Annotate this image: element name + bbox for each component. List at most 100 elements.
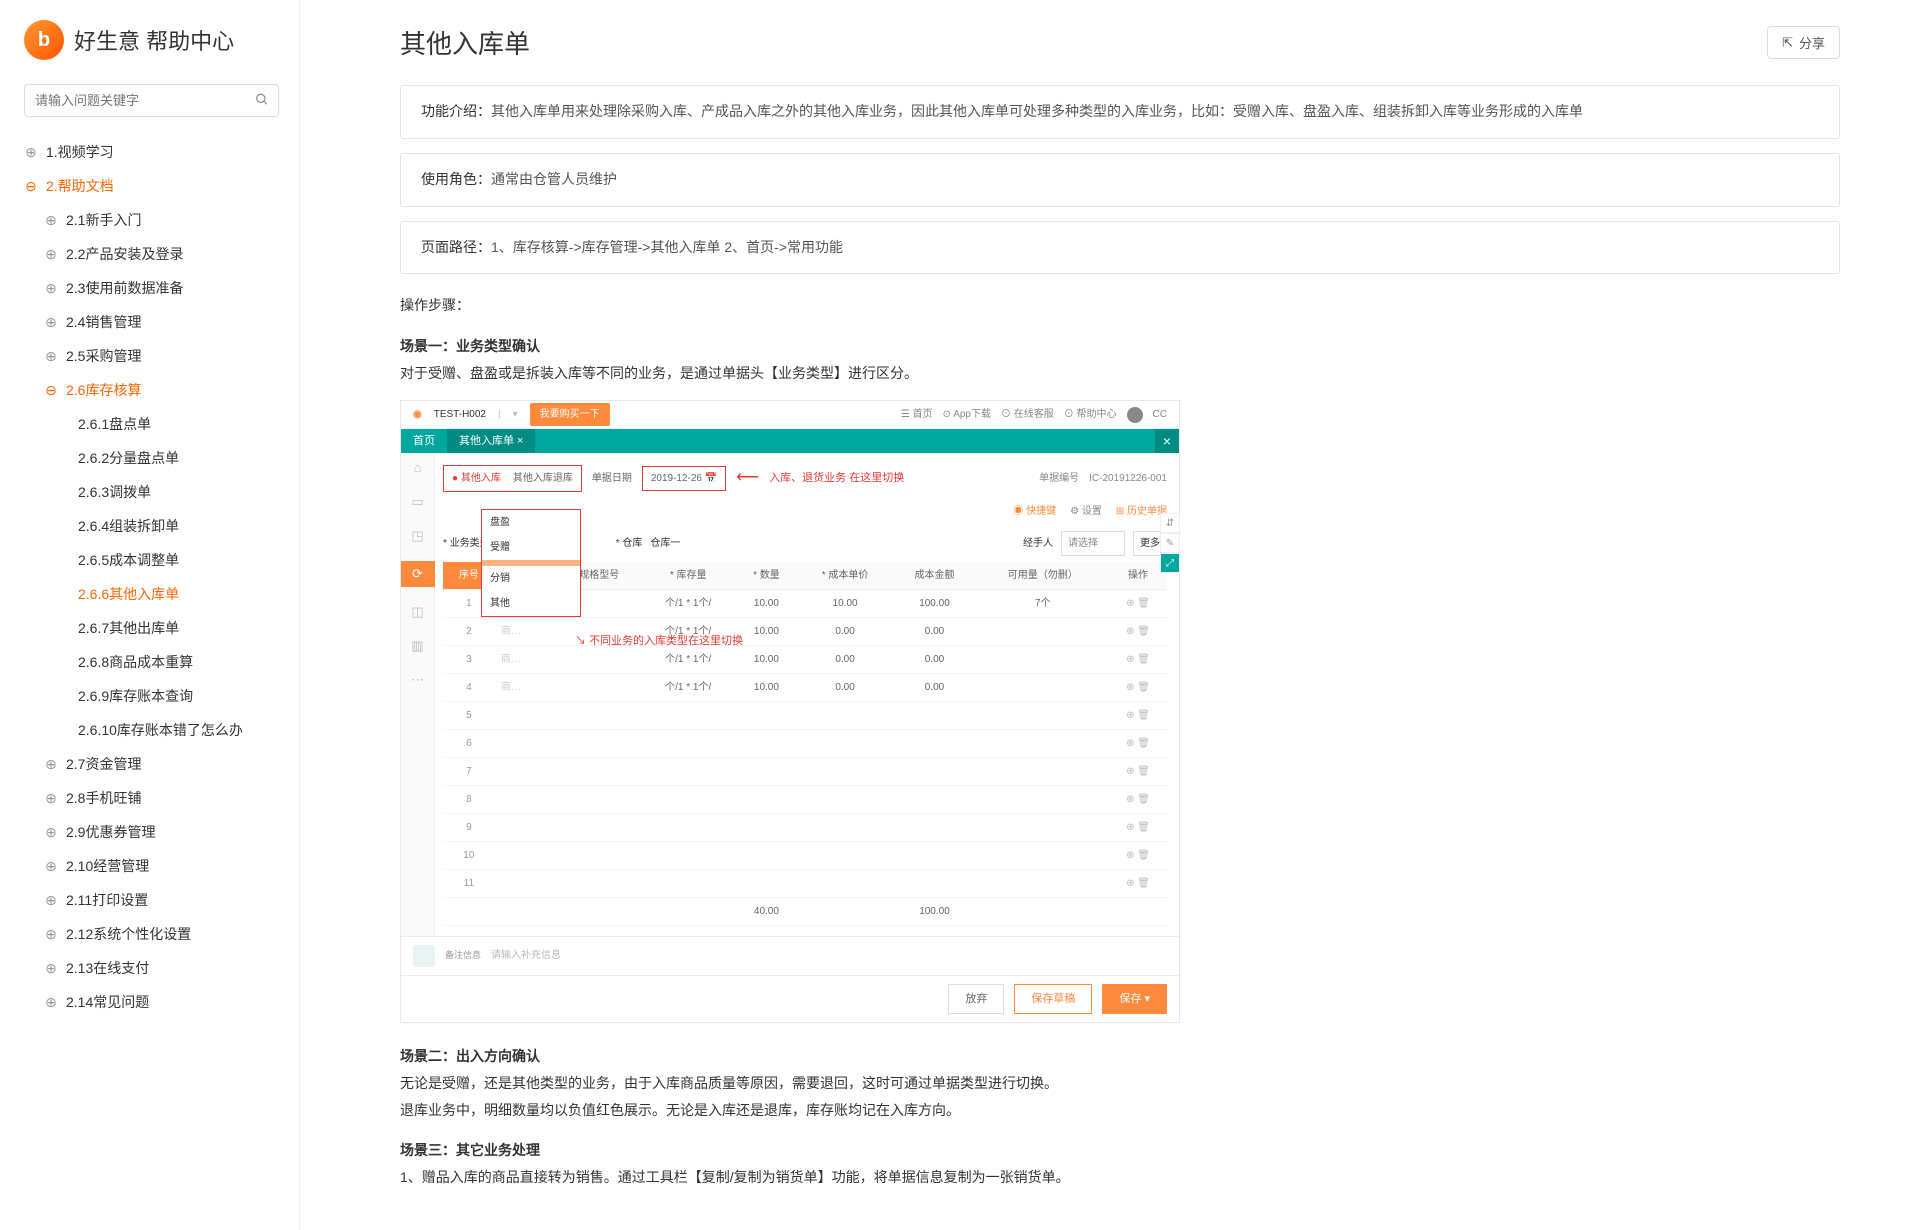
plus-icon: ⊕ — [44, 995, 58, 1009]
scene3-title: 场景三：其它业务处理 — [400, 1137, 1840, 1164]
ss-sidetools: ⇵ ✎ ⤢ — [1160, 513, 1180, 573]
ss-th: 成本金额 — [892, 562, 976, 590]
nav-2-8[interactable]: ⊕2.8手机旺铺 — [24, 781, 279, 815]
scene1-title: 场景一：业务类型确认 — [400, 333, 1840, 360]
ss-username: CC — [1153, 405, 1167, 424]
nav-2-6-1[interactable]: 2.6.1盘点单 — [24, 407, 279, 441]
ss-rail: ⌂ ▭ ◳ ⟳ ◫ ▥ ⋯ — [401, 453, 435, 935]
plus-icon: ⊕ — [44, 791, 58, 805]
search-input[interactable] — [24, 84, 279, 117]
intro-text: 其他入库单用来处理除采购入库、产成品入库之外的其他入库业务，因此其他入库单可处理… — [491, 103, 1583, 119]
nav-2-6-3[interactable]: 2.6.3调拨单 — [24, 475, 279, 509]
nav-2-7[interactable]: ⊕2.7资金管理 — [24, 747, 279, 781]
nav-2-2[interactable]: ⊕2.2产品安装及登录 — [24, 237, 279, 271]
ss-table-row-empty: 5⊕ 🗑 — [443, 701, 1167, 729]
ss-table-row-empty: 6⊕ 🗑 — [443, 729, 1167, 757]
ss-logo-icon: ◉ — [413, 405, 422, 424]
ss-doc-no: IC-20191226-001 — [1089, 469, 1167, 488]
ss-wh-label: * 仓库 — [616, 534, 643, 553]
ss-rail-chart-icon: ▥ — [409, 637, 427, 655]
plus-icon: ⊕ — [44, 247, 58, 261]
scene1-body: 对于受赠、盘盈或是拆装入库等不同的业务，是通过单据头【业务类型】进行区分。 — [400, 360, 1840, 387]
ss-toolbar-shortcut: ◉ 快捷键 — [1013, 502, 1056, 521]
nav-2-14[interactable]: ⊕2.14常见问题 — [24, 985, 279, 1019]
ss-op-label: 经手人 — [1023, 534, 1053, 553]
nav-2-11[interactable]: ⊕2.11打印设置 — [24, 883, 279, 917]
steps-label: 操作步骤： — [400, 292, 1840, 319]
nav-2-1[interactable]: ⊕2.1新手入门 — [24, 203, 279, 237]
ss-tool-icon: ✎ — [1160, 533, 1180, 553]
ss-tab-home: 首页 — [401, 429, 447, 453]
ss-date-label: 单据日期 — [592, 469, 632, 488]
nav-2-9[interactable]: ⊕2.9优惠券管理 — [24, 815, 279, 849]
ss-company: TEST-H002 — [434, 405, 486, 424]
ss-dd-opt: 盘盈 — [482, 510, 580, 535]
ss-date: 2019-12-26 📅 — [642, 466, 726, 491]
ss-remark-icon — [413, 945, 435, 967]
ss-radio-return: 其他入库退库 — [513, 469, 573, 488]
ss-rail-wallet-icon: ◫ — [409, 603, 427, 621]
ss-dd-opt: 受赠 — [482, 535, 580, 560]
ss-remark-row: 备注信息 请输入补充信息 — [401, 936, 1179, 975]
search-icon[interactable] — [255, 92, 269, 109]
ss-dd-opt: 其他 — [482, 591, 580, 616]
scene3-line1: 1、赠品入库的商品直接转为销售。通过工具栏【复制/复制为销货单】功能，将单据信息… — [400, 1164, 1840, 1191]
ss-avatar-icon — [1127, 407, 1143, 423]
ss-rail-home-icon: ⌂ — [409, 459, 427, 477]
plus-icon: ⊕ — [44, 349, 58, 363]
nav-2-12[interactable]: ⊕2.12系统个性化设置 — [24, 917, 279, 951]
ss-link-app: ⊙ App下载 — [943, 405, 991, 424]
ss-wh-value: 仓库一 — [650, 534, 680, 553]
ss-link-help: ⊙ 帮助中心 — [1064, 405, 1117, 424]
plus-icon: ⊕ — [24, 145, 38, 159]
nav-2-13[interactable]: ⊕2.13在线支付 — [24, 951, 279, 985]
role-text: 通常由仓管人员维护 — [491, 171, 617, 187]
nav-2-6-7[interactable]: 2.6.7其他出库单 — [24, 611, 279, 645]
scene2-line1: 无论是受赠，还是其他类型的业务，由于入库商品质量等原因，需要退回，这时可通过单据… — [400, 1070, 1840, 1097]
plus-icon: ⊕ — [44, 757, 58, 771]
ss-table-row-empty: 7⊕ 🗑 — [443, 757, 1167, 785]
ss-annotation-2: ↘ 不同业务的入库类型在这里切换 — [575, 631, 743, 652]
nav-tree: ⊕1.视频学习 ⊖2.帮助文档 ⊕2.1新手入门 ⊕2.2产品安装及登录 ⊕2.… — [24, 135, 279, 1019]
nav-2-6[interactable]: ⊖2.6库存核算 — [24, 373, 279, 407]
nav-2-6-5[interactable]: 2.6.5成本调整单 — [24, 543, 279, 577]
ss-th: 操作 — [1109, 562, 1167, 590]
share-button[interactable]: ⇱ 分享 — [1767, 26, 1840, 59]
nav-video[interactable]: ⊕1.视频学习 — [24, 135, 279, 169]
path-text: 1、库存核算->库存管理->其他入库单 2、首页->常用功能 — [491, 239, 843, 255]
nav-2-4[interactable]: ⊕2.4销售管理 — [24, 305, 279, 339]
role-box: 使用角色：通常由仓管人员维护 — [400, 153, 1840, 207]
ss-total-amt: 100.00 — [892, 897, 976, 925]
ss-type-switch: ● 其他入库 其他入库退库 — [443, 465, 582, 492]
brand-title: 好生意 帮助中心 — [74, 24, 234, 56]
share-icon: ⇱ — [1782, 35, 1793, 51]
ss-tool-icon: ⤢ — [1160, 553, 1180, 573]
ss-doc-no-label: 单据编号 — [1039, 469, 1079, 488]
ss-save-button: 保存 ▾ — [1102, 984, 1167, 1015]
plus-icon: ⊕ — [44, 927, 58, 941]
nav-2-6-10[interactable]: 2.6.10库存账本错了怎么办 — [24, 713, 279, 747]
ss-rail-doc-icon: ▭ — [409, 493, 427, 511]
page-title: 其他入库单 — [400, 24, 530, 61]
ss-radio-in: ● 其他入库 — [452, 469, 501, 488]
ss-draft-button: 保存草稿 — [1014, 984, 1092, 1015]
nav-2-6-6[interactable]: 2.6.6其他入库单 — [24, 577, 279, 611]
nav-2-6-8[interactable]: 2.6.8商品成本重算 — [24, 645, 279, 679]
ss-th: * 成本单价 — [798, 562, 893, 590]
scene2-line2: 退库业务中，明细数量均以负值红色展示。无论是入库还是退库，库存账均记在入库方向。 — [400, 1097, 1840, 1124]
nav-2-10[interactable]: ⊕2.10经营管理 — [24, 849, 279, 883]
brand: b 好生意 帮助中心 — [24, 20, 279, 60]
ss-table-row: 4商…个/1 * 1个/10.000.000.00⊕ 🗑 — [443, 673, 1167, 701]
nav-2-3[interactable]: ⊕2.3使用前数据准备 — [24, 271, 279, 305]
ss-link-support: ⊙ 在线客服 — [1001, 405, 1054, 424]
ss-remark-label: 备注信息 — [445, 947, 481, 964]
ss-toolbar-settings: ⚙ 设置 — [1070, 502, 1102, 521]
steps-section: 操作步骤： 场景一：业务类型确认 对于受赠、盘盈或是拆装入库等不同的业务，是通过… — [400, 292, 1840, 1190]
minus-icon: ⊖ — [44, 383, 58, 397]
nav-2-6-9[interactable]: 2.6.9库存账本查询 — [24, 679, 279, 713]
minus-icon: ⊖ — [24, 179, 38, 193]
nav-2-6-2[interactable]: 2.6.2分量盘点单 — [24, 441, 279, 475]
nav-2-5[interactable]: ⊕2.5采购管理 — [24, 339, 279, 373]
nav-2-6-4[interactable]: 2.6.4组装拆卸单 — [24, 509, 279, 543]
nav-docs[interactable]: ⊖2.帮助文档 — [24, 169, 279, 203]
